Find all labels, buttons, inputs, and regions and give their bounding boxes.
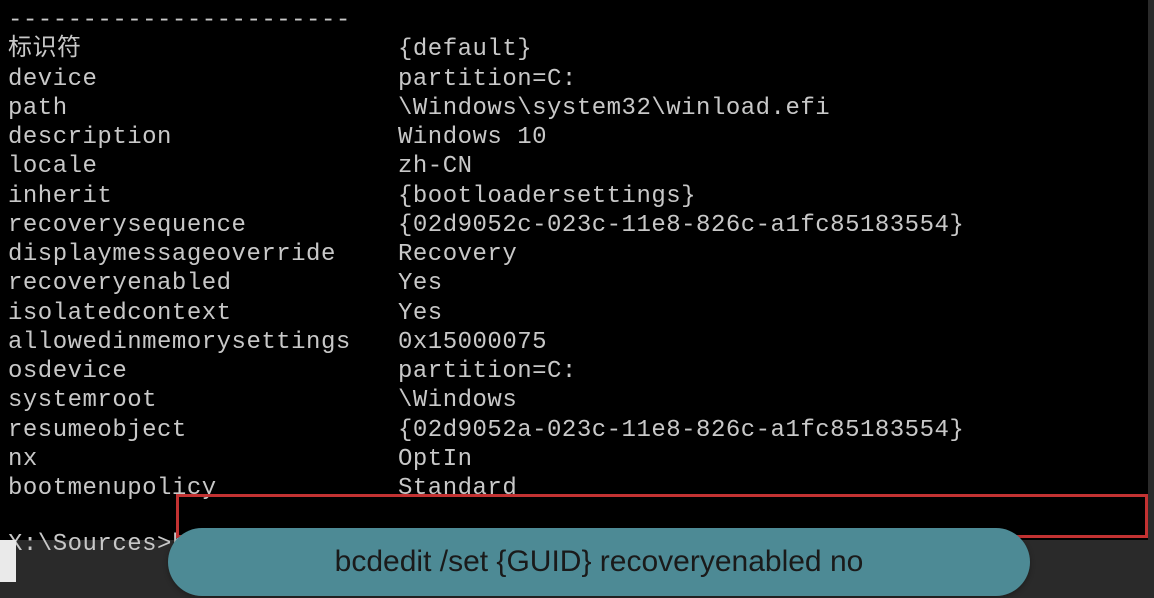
terminal-value: OptIn [398, 445, 1140, 474]
terminal-row: resumeobject{02d9052a-023c-11e8-826c-a1f… [8, 416, 1140, 445]
terminal-value: \Windows [398, 386, 1140, 415]
terminal-row: path\Windows\system32\winload.efi [8, 94, 1140, 123]
terminal-row: systemroot\Windows [8, 386, 1140, 415]
terminal-row: osdevicepartition=C: [8, 357, 1140, 386]
terminal-value: Standard [398, 474, 1140, 503]
terminal-value: 0x15000075 [398, 328, 1140, 357]
terminal-row: allowedinmemorysettings0x15000075 [8, 328, 1140, 357]
terminal-key: device [8, 65, 398, 94]
terminal-key: allowedinmemorysettings [8, 328, 398, 357]
terminal-key: systemroot [8, 386, 398, 415]
terminal-value: partition=C: [398, 65, 1140, 94]
terminal-key: bootmenupolicy [8, 474, 398, 503]
callout-bubble: bcdedit /set {GUID} recoveryenabled no [168, 528, 1030, 596]
terminal-key: resumeobject [8, 416, 398, 445]
terminal-row: descriptionWindows 10 [8, 123, 1140, 152]
terminal-row: recoverysequence{02d9052c-023c-11e8-826c… [8, 211, 1140, 240]
terminal-key: recoverysequence [8, 211, 398, 240]
terminal-value: Yes [398, 269, 1140, 298]
left-edge-strip [0, 540, 16, 582]
terminal-key: path [8, 94, 398, 123]
terminal-window[interactable]: ----------------------- 标识符{default}devi… [0, 0, 1148, 540]
prompt-text: X:\Sources> [8, 531, 172, 558]
terminal-value: Windows 10 [398, 123, 1140, 152]
terminal-value: Recovery [398, 240, 1140, 269]
callout-text: bcdedit /set {GUID} recoveryenabled no [335, 545, 864, 579]
terminal-row: displaymessageoverrideRecovery [8, 240, 1140, 269]
divider-line: ----------------------- [8, 6, 1140, 35]
terminal-key: locale [8, 152, 398, 181]
terminal-key: osdevice [8, 357, 398, 386]
terminal-value: {default} [398, 35, 1140, 64]
terminal-key: isolatedcontext [8, 299, 398, 328]
terminal-value: {bootloadersettings} [398, 182, 1140, 211]
terminal-row: localezh-CN [8, 152, 1140, 181]
terminal-row: nxOptIn [8, 445, 1140, 474]
terminal-key: nx [8, 445, 398, 474]
terminal-value: {02d9052a-023c-11e8-826c-a1fc85183554} [398, 416, 1140, 445]
terminal-key: description [8, 123, 398, 152]
terminal-value: \Windows\system32\winload.efi [398, 94, 1140, 123]
terminal-key: inherit [8, 182, 398, 211]
terminal-value: zh-CN [398, 152, 1140, 181]
terminal-value: {02d9052c-023c-11e8-826c-a1fc85183554} [398, 211, 1140, 240]
terminal-row: isolatedcontextYes [8, 299, 1140, 328]
terminal-row: 标识符{default} [8, 35, 1140, 64]
terminal-row: devicepartition=C: [8, 65, 1140, 94]
terminal-value: Yes [398, 299, 1140, 328]
terminal-key: recoveryenabled [8, 269, 398, 298]
terminal-key: displaymessageoverride [8, 240, 398, 269]
terminal-key: 标识符 [8, 35, 398, 64]
blank-row [8, 504, 1140, 526]
terminal-value: partition=C: [398, 357, 1140, 386]
terminal-row: inherit{bootloadersettings} [8, 182, 1140, 211]
terminal-row: recoveryenabledYes [8, 269, 1140, 298]
terminal-row: bootmenupolicyStandard [8, 474, 1140, 503]
